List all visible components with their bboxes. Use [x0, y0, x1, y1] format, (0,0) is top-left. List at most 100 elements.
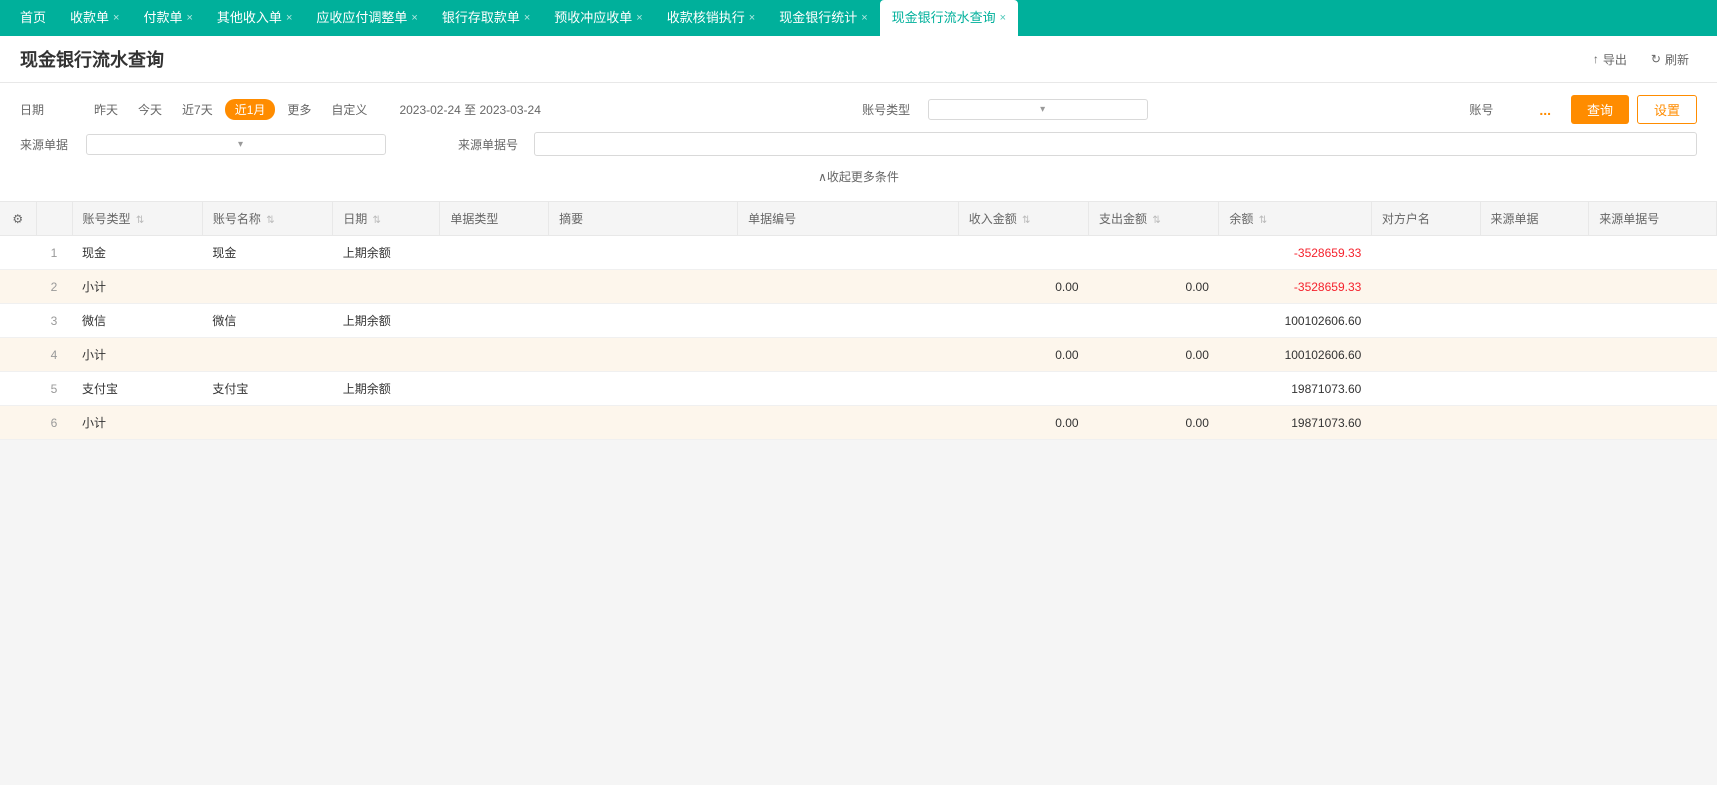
nav-advance-offset[interactable]: 预收冲应收单 ×: [542, 0, 654, 36]
nav-receipt-label: 收款单: [70, 0, 109, 36]
nav-bank-deposit-close[interactable]: ×: [524, 0, 530, 36]
action-buttons: 查询 设置: [1571, 95, 1697, 124]
cell-counterpart-4: [1371, 372, 1480, 406]
nav-advance-offset-close[interactable]: ×: [636, 0, 642, 36]
nav-other-income[interactable]: 其他收入单 ×: [205, 0, 304, 36]
cell-counterpart-3: [1371, 338, 1480, 372]
nav-ap-adjust-close[interactable]: ×: [411, 0, 417, 36]
col-header-income[interactable]: 收入金额 ⇅: [958, 202, 1088, 236]
cell-doc-no-3: [738, 338, 959, 372]
cell-balance-2: 100102606.60: [1219, 304, 1371, 338]
cell-gear-4: [0, 372, 36, 406]
cell-rownum-1: 2: [36, 270, 72, 304]
col-header-account-name[interactable]: 账号名称 ⇅: [202, 202, 332, 236]
cell-expense-4: [1089, 372, 1219, 406]
date-btn-1month[interactable]: 近1月: [225, 99, 276, 120]
cell-account-type-1: 小计: [72, 270, 202, 304]
nav-cash-bank-flow[interactable]: 现金银行流水查询 ×: [880, 0, 1018, 36]
filter-row-source: 来源单据 ▾ 来源单据号: [20, 132, 1697, 156]
table-row: 3 微信 微信 上期余额 100102606.60: [0, 304, 1717, 338]
nav-bank-deposit[interactable]: 银行存取款单 ×: [430, 0, 542, 36]
cell-summary-5: [549, 406, 738, 440]
date-btn-7days[interactable]: 近7天: [174, 99, 221, 120]
cell-account-name-1: [202, 270, 332, 304]
cell-account-name-4: 支付宝: [202, 372, 332, 406]
nav-collect-verify-label: 收款核销执行: [667, 0, 745, 36]
date-filter-label: 日期: [20, 101, 70, 118]
date-range-display: 2023-02-24 至 2023-03-24: [399, 101, 540, 118]
cell-doc-no-1: [738, 270, 959, 304]
query-button[interactable]: 查询: [1571, 95, 1629, 124]
nav-cash-bank-stat-label: 现金银行统计: [779, 0, 857, 36]
col-header-gear[interactable]: ⚙: [0, 202, 36, 236]
cell-doc-type-2: [440, 304, 549, 338]
col-header-expense[interactable]: 支出金额 ⇅: [1089, 202, 1219, 236]
col-header-date[interactable]: 日期 ⇅: [333, 202, 440, 236]
nav-other-income-close[interactable]: ×: [286, 0, 292, 36]
cell-counterpart-1: [1371, 270, 1480, 304]
cell-expense-0: [1089, 236, 1219, 270]
nav-cash-bank-stat-close[interactable]: ×: [861, 0, 867, 36]
col-header-account-type[interactable]: 账号类型 ⇅: [72, 202, 202, 236]
nav-cash-bank-flow-close[interactable]: ×: [1000, 0, 1006, 36]
cell-source-doc-4: [1480, 372, 1589, 406]
nav-cash-bank-stat[interactable]: 现金银行统计 ×: [767, 0, 879, 36]
export-button[interactable]: ↑ 导出: [1585, 47, 1635, 72]
date-btn-today[interactable]: 今天: [130, 99, 170, 120]
cell-balance-3: 100102606.60: [1219, 338, 1371, 372]
nav-ap-adjust[interactable]: 应收应付调整单 ×: [304, 0, 429, 36]
nav-receipt[interactable]: 收款单 ×: [58, 0, 131, 36]
nav-payment-close[interactable]: ×: [186, 0, 192, 36]
refresh-icon: ↻: [1651, 52, 1661, 66]
cell-gear-5: [0, 406, 36, 440]
nav-ap-adjust-label: 应收应付调整单: [316, 0, 407, 36]
cell-doc-no-4: [738, 372, 959, 406]
nav-home-label: 首页: [20, 0, 46, 36]
source-doc-no-input[interactable]: [534, 132, 1697, 156]
collapse-icon: ∧: [818, 170, 827, 184]
cell-income-3: 0.00: [958, 338, 1088, 372]
cell-account-name-5: [202, 406, 332, 440]
date-btn-custom[interactable]: 自定义: [323, 99, 375, 120]
cell-summary-3: [549, 338, 738, 372]
cell-source-doc-1: [1480, 270, 1589, 304]
date-btn-more[interactable]: 更多: [279, 99, 319, 120]
account-dots-button[interactable]: ...: [1535, 98, 1555, 122]
cell-gear-1: [0, 270, 36, 304]
date-btn-yesterday[interactable]: 昨天: [86, 99, 126, 120]
page-title: 现金银行流水查询: [20, 46, 164, 72]
nav-payment[interactable]: 付款单 ×: [131, 0, 204, 36]
cell-account-type-4: 支付宝: [72, 372, 202, 406]
source-doc-select[interactable]: ▾: [86, 134, 386, 155]
nav-collect-verify-close[interactable]: ×: [749, 0, 755, 36]
export-icon: ↑: [1593, 52, 1599, 66]
cell-account-type-3: 小计: [72, 338, 202, 372]
nav-bank-deposit-label: 银行存取款单: [442, 0, 520, 36]
setting-button[interactable]: 设置: [1637, 95, 1697, 124]
nav-home[interactable]: 首页: [8, 0, 58, 36]
account-type-arrow-icon: ▾: [1040, 104, 1139, 115]
refresh-button[interactable]: ↻ 刷新: [1643, 47, 1697, 72]
table-row: 1 现金 现金 上期余额 -3528659.33: [0, 236, 1717, 270]
cell-income-2: [958, 304, 1088, 338]
col-header-balance[interactable]: 余额 ⇅: [1219, 202, 1371, 236]
export-label: 导出: [1603, 51, 1627, 68]
cell-gear-2: [0, 304, 36, 338]
cell-rownum-3: 4: [36, 338, 72, 372]
nav-receipt-close[interactable]: ×: [113, 0, 119, 36]
cell-account-type-2: 微信: [72, 304, 202, 338]
account-type-label: 账号类型: [862, 101, 912, 118]
cell-doc-no-0: [738, 236, 959, 270]
cell-account-name-3: [202, 338, 332, 372]
cell-rownum-4: 5: [36, 372, 72, 406]
cell-account-type-5: 小计: [72, 406, 202, 440]
cell-doc-no-2: [738, 304, 959, 338]
collapse-more-button[interactable]: ∧ 收起更多条件: [20, 164, 1697, 189]
account-type-select[interactable]: ▾: [928, 99, 1148, 120]
cell-rownum-5: 6: [36, 406, 72, 440]
cell-date-4: 上期余额: [333, 372, 440, 406]
cell-income-1: 0.00: [958, 270, 1088, 304]
cell-expense-3: 0.00: [1089, 338, 1219, 372]
nav-collect-verify[interactable]: 收款核销执行 ×: [655, 0, 767, 36]
col-header-counterpart: 对方户名: [1371, 202, 1480, 236]
